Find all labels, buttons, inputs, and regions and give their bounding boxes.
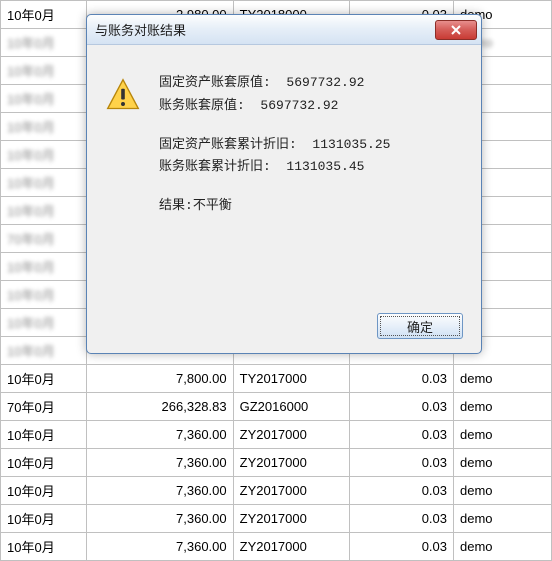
- table-row[interactable]: 10年0月7,360.00ZY20170000.03demo: [1, 477, 552, 505]
- cell-date: 10年0月: [1, 169, 87, 197]
- accounting-original-value: 账务账套原值: 5697732.92: [159, 96, 390, 117]
- table-row[interactable]: 10年0月7,360.00ZY20170000.03demo: [1, 505, 552, 533]
- fixed-asset-original-value: 固定资产账套原值: 5697732.92: [159, 73, 390, 94]
- cell-user: demo: [454, 393, 552, 421]
- cell-date: 70年0月: [1, 225, 87, 253]
- button-row: 确定: [105, 305, 463, 339]
- cell-num: 0.03: [349, 365, 453, 393]
- cell-amount: 7,800.00: [86, 365, 233, 393]
- cell-amount: 266,328.83: [86, 393, 233, 421]
- message-row: 固定资产账套原值: 5697732.92 账务账套原值: 5697732.92 …: [105, 73, 463, 305]
- cell-user: demo: [454, 365, 552, 393]
- cell-date: 10年0月: [1, 337, 87, 365]
- cell-date: 10年0月: [1, 113, 87, 141]
- cell-num: 0.03: [349, 449, 453, 477]
- cell-date: 10年0月: [1, 197, 87, 225]
- cell-user: demo: [454, 421, 552, 449]
- cell-date: 70年0月: [1, 393, 87, 421]
- cell-date: 10年0月: [1, 253, 87, 281]
- cell-code: TY2017000: [233, 365, 349, 393]
- ok-button[interactable]: 确定: [377, 313, 463, 339]
- cell-num: 0.03: [349, 533, 453, 561]
- cell-amount: 7,360.00: [86, 421, 233, 449]
- cell-user: demo: [454, 505, 552, 533]
- cell-date: 10年0月: [1, 57, 87, 85]
- cell-date: 10年0月: [1, 281, 87, 309]
- warning-icon: [105, 77, 141, 113]
- cell-date: 10年0月: [1, 141, 87, 169]
- cell-user: demo: [454, 449, 552, 477]
- cell-date: 10年0月: [1, 421, 87, 449]
- dialog-title: 与账务对账结果: [95, 20, 186, 39]
- table-row[interactable]: 10年0月7,360.00ZY20170000.03demo: [1, 421, 552, 449]
- close-icon: [450, 24, 462, 36]
- cell-date: 10年0月: [1, 1, 87, 29]
- dialog-titlebar[interactable]: 与账务对账结果: [87, 15, 481, 45]
- cell-code: ZY2017000: [233, 477, 349, 505]
- cell-code: ZY2017000: [233, 449, 349, 477]
- cell-code: ZY2017000: [233, 505, 349, 533]
- cell-date: 10年0月: [1, 477, 87, 505]
- cell-amount: 7,360.00: [86, 505, 233, 533]
- table-row[interactable]: 10年0月7,360.00ZY20170000.03demo: [1, 449, 552, 477]
- cell-date: 10年0月: [1, 505, 87, 533]
- cell-num: 0.03: [349, 477, 453, 505]
- cell-date: 10年0月: [1, 85, 87, 113]
- cell-date: 10年0月: [1, 29, 87, 57]
- close-button[interactable]: [435, 20, 477, 40]
- cell-code: ZY2017000: [233, 533, 349, 561]
- cell-date: 10年0月: [1, 309, 87, 337]
- dialog-body: 固定资产账套原值: 5697732.92 账务账套原值: 5697732.92 …: [87, 45, 481, 353]
- accounting-depreciation: 账务账套累计折旧: 1131035.45: [159, 157, 390, 178]
- table-row[interactable]: 10年0月7,800.00TY20170000.03demo: [1, 365, 552, 393]
- cell-code: ZY2017000: [233, 421, 349, 449]
- reconcile-dialog: 与账务对账结果 固定资产账套原值: 5697732.92 账务账套原值: 569…: [86, 14, 482, 354]
- cell-code: GZ2016000: [233, 393, 349, 421]
- cell-date: 10年0月: [1, 533, 87, 561]
- table-row[interactable]: 10年0月7,360.00ZY20170000.03demo: [1, 533, 552, 561]
- cell-amount: 7,360.00: [86, 533, 233, 561]
- cell-num: 0.03: [349, 421, 453, 449]
- cell-amount: 7,360.00: [86, 449, 233, 477]
- result-line: 结果:不平衡: [159, 196, 390, 217]
- cell-num: 0.03: [349, 393, 453, 421]
- cell-date: 10年0月: [1, 365, 87, 393]
- table-row[interactable]: 70年0月266,328.83GZ20160000.03demo: [1, 393, 552, 421]
- cell-amount: 7,360.00: [86, 477, 233, 505]
- cell-num: 0.03: [349, 505, 453, 533]
- message-text: 固定资产账套原值: 5697732.92 账务账套原值: 5697732.92 …: [159, 73, 390, 305]
- cell-user: demo: [454, 533, 552, 561]
- fixed-asset-depreciation: 固定资产账套累计折旧: 1131035.25: [159, 135, 390, 156]
- cell-date: 10年0月: [1, 449, 87, 477]
- cell-user: demo: [454, 477, 552, 505]
